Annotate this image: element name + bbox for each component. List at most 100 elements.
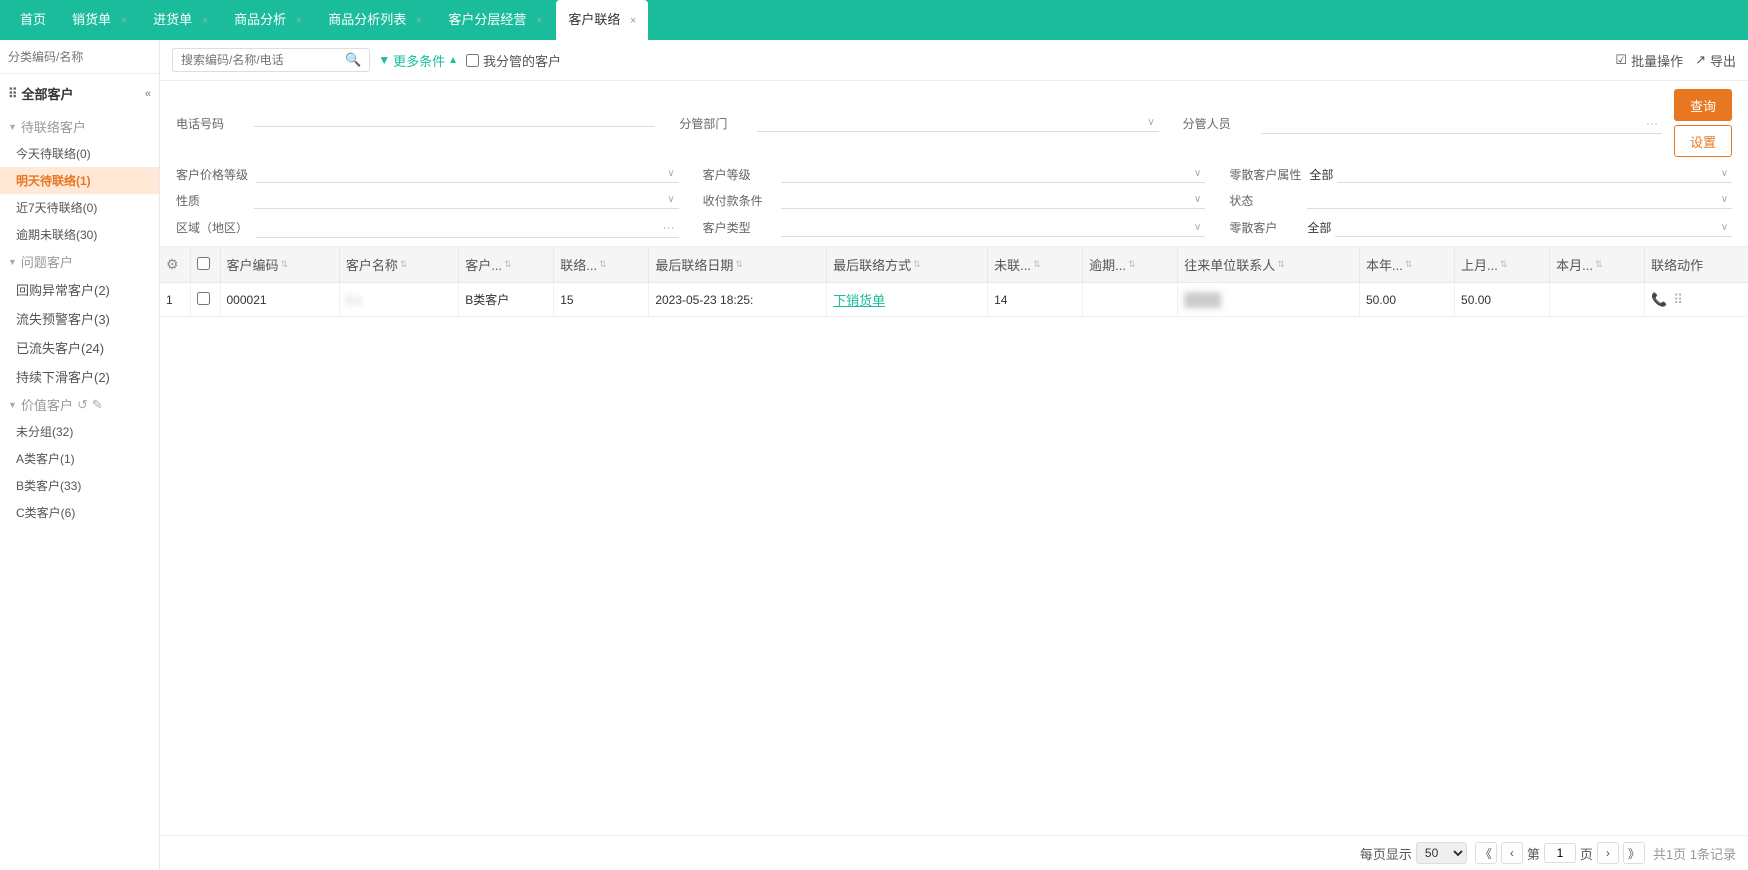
close-purchase-icon[interactable]: × — [202, 15, 208, 27]
sidebar-item-churn-warning[interactable]: 流失预警客户(3) — [0, 304, 159, 333]
batch-op-btn[interactable]: ☑ 批量操作 — [1615, 51, 1683, 70]
sidebar-item-class-c[interactable]: C类客户(6) — [0, 499, 159, 526]
nav-customer-tier[interactable]: 客户分层经营 × — [436, 0, 554, 40]
th-code[interactable]: 客户编码⇅ — [220, 247, 339, 283]
filter-manager-select[interactable]: ··· — [1261, 113, 1662, 134]
th-unlink[interactable]: 未联...⇅ — [988, 247, 1083, 283]
filter-payment-select[interactable]: ∨ — [781, 191, 1206, 209]
close-product-analysis-icon[interactable]: × — [296, 15, 302, 27]
nav-purchase[interactable]: 进货单 × — [141, 0, 220, 40]
sort-this-month-icon: ⇅ — [1595, 259, 1603, 270]
page-label: 第 — [1527, 844, 1540, 863]
nature-arrow-icon: ∨ — [667, 194, 674, 205]
search-submit-icon[interactable]: 🔍 — [345, 52, 361, 68]
set-btn[interactable]: 设置 — [1674, 125, 1732, 157]
sidebar-item-declining[interactable]: 持续下滑客户(2) — [0, 362, 159, 391]
sidebar-item-class-a[interactable]: A类客户(1) — [0, 445, 159, 472]
th-checkbox[interactable] — [190, 247, 220, 283]
filter-dept-select[interactable]: ∨ — [757, 114, 1158, 132]
sidebar-item-tomorrow[interactable]: 明天待联络(1) — [0, 167, 159, 194]
filter-payment-label: 收付款条件 — [703, 192, 773, 209]
per-page-select[interactable]: 50 100 200 — [1416, 842, 1467, 864]
filter-region-select[interactable]: ··· — [256, 217, 679, 238]
sidebar-item-class-b[interactable]: B类客户(33) — [0, 472, 159, 499]
query-btn[interactable]: 查询 — [1674, 89, 1732, 121]
my-customer-checkbox[interactable] — [466, 54, 479, 67]
row-select-checkbox[interactable] — [197, 292, 210, 305]
th-contact2[interactable]: 往来单位联系人⇅ — [1178, 247, 1360, 283]
th-last-method[interactable]: 最后联络方式⇅ — [827, 247, 988, 283]
filter-retail-attr-select[interactable]: ∨ — [1337, 165, 1732, 183]
pagination-nav: 《 ‹ 第 页 › 》 — [1475, 842, 1645, 864]
sidebar-all-header[interactable]: ⠿ 全部客户 « — [0, 78, 159, 109]
filter-phone-input[interactable] — [254, 120, 655, 127]
sort-last-method-icon: ⇅ — [913, 259, 921, 270]
row-this-month — [1550, 283, 1645, 317]
value-group-edit[interactable]: ✎ — [92, 397, 103, 413]
value-group-refresh[interactable]: ↺ — [77, 397, 88, 413]
sidebar-group-problem: 问题客户 — [0, 248, 159, 275]
filter-retail-customer: 零散客户 全部 ∨ — [1229, 219, 1732, 237]
gear-setting-icon[interactable]: ⚙ — [166, 256, 179, 272]
filter-retail-attr-label: 零散客户属性 — [1229, 166, 1301, 183]
close-customer-contact-icon[interactable]: × — [630, 15, 636, 27]
nav-product-analysis[interactable]: 商品分析 × — [222, 0, 314, 40]
row-last-method[interactable]: 下销货单 — [827, 283, 988, 317]
next-page-btn[interactable]: › — [1597, 842, 1619, 864]
sidebar-collapse-icon[interactable]: « — [145, 88, 151, 100]
th-this-year[interactable]: 本年...⇅ — [1359, 247, 1454, 283]
filter-customer-type-select[interactable]: ∨ — [781, 219, 1206, 237]
select-all-checkbox[interactable] — [197, 257, 210, 270]
search-input[interactable] — [181, 53, 341, 67]
nav-home[interactable]: 首页 — [8, 0, 58, 40]
filter-panel: 电话号码 分管部门 ∨ 分管人员 — [160, 81, 1748, 247]
filter-price-level-select[interactable]: ∨ — [256, 165, 679, 183]
sort-type-icon: ⇅ — [504, 259, 512, 270]
sidebar-item-today[interactable]: 今天待联络(0) — [0, 140, 159, 167]
filter-price-level-label: 客户价格等级 — [176, 166, 248, 183]
export-btn[interactable]: ↗ 导出 — [1695, 51, 1736, 70]
th-this-month[interactable]: 本月...⇅ — [1550, 247, 1645, 283]
close-sales-icon[interactable]: × — [121, 15, 127, 27]
filter-customer-grade-label: 客户等级 — [703, 166, 773, 183]
sort-unlink-icon: ⇅ — [1033, 259, 1041, 270]
th-name[interactable]: 客户名称⇅ — [339, 247, 458, 283]
nav-product-analysis-list[interactable]: 商品分析列表 × — [316, 0, 434, 40]
last-page-btn[interactable]: 》 — [1623, 842, 1645, 864]
nav-customer-contact[interactable]: 客户联络 × — [556, 0, 648, 40]
filter-nature-select[interactable]: ∨ — [254, 191, 679, 209]
th-overdue[interactable]: 逾期...⇅ — [1083, 247, 1178, 283]
sidebar-item-repurchase-abnormal[interactable]: 回购异常客户(2) — [0, 275, 159, 304]
sidebar-item-overdue[interactable]: 逾期未联络(30) — [0, 221, 159, 248]
table-area: ⚙ 客户编码⇅ 客户名称⇅ 客户...⇅ — [160, 247, 1748, 835]
sidebar-item-7days[interactable]: 近7天待联络(0) — [0, 194, 159, 221]
nav-sales[interactable]: 销货单 × — [60, 0, 139, 40]
filter-customer-grade-select[interactable]: ∨ — [781, 165, 1206, 183]
filter-region-label: 区域（地区） — [176, 219, 248, 236]
filter-nature-label: 性质 — [176, 192, 246, 209]
th-last-date[interactable]: 最后联络日期⇅ — [649, 247, 827, 283]
th-last-month[interactable]: 上月...⇅ — [1455, 247, 1550, 283]
row-code: 000021 — [220, 283, 339, 317]
sidebar-all-label: 全部客户 — [22, 84, 74, 103]
filter-more-btn[interactable]: ▼ 更多条件 ▲ — [378, 51, 458, 70]
phone-icon[interactable]: 📞 — [1651, 292, 1667, 308]
row-this-year: 50.00 — [1359, 283, 1454, 317]
last-method-link[interactable]: 下销货单 — [833, 293, 885, 308]
th-contact[interactable]: 联络...⇅ — [554, 247, 649, 283]
page-input[interactable] — [1544, 843, 1576, 863]
filter-status-select[interactable]: ∨ — [1307, 191, 1732, 209]
th-gear[interactable]: ⚙ — [160, 247, 190, 283]
sidebar-item-churned[interactable]: 已流失客户(24) — [0, 333, 159, 362]
prev-page-btn[interactable]: ‹ — [1501, 842, 1523, 864]
more-icon[interactable]: ⠿ — [1673, 292, 1683, 308]
th-type[interactable]: 客户...⇅ — [459, 247, 554, 283]
close-product-list-icon[interactable]: × — [416, 15, 422, 27]
sort-last-month-icon: ⇅ — [1500, 259, 1508, 270]
sidebar-search-input[interactable] — [8, 50, 160, 64]
filter-retail-customer-select[interactable]: ∨ — [1335, 219, 1732, 237]
sidebar-item-ungrouped[interactable]: 未分组(32) — [0, 418, 159, 445]
first-page-btn[interactable]: 《 — [1475, 842, 1497, 864]
row-checkbox[interactable] — [190, 283, 220, 317]
close-customer-tier-icon[interactable]: × — [536, 15, 542, 27]
